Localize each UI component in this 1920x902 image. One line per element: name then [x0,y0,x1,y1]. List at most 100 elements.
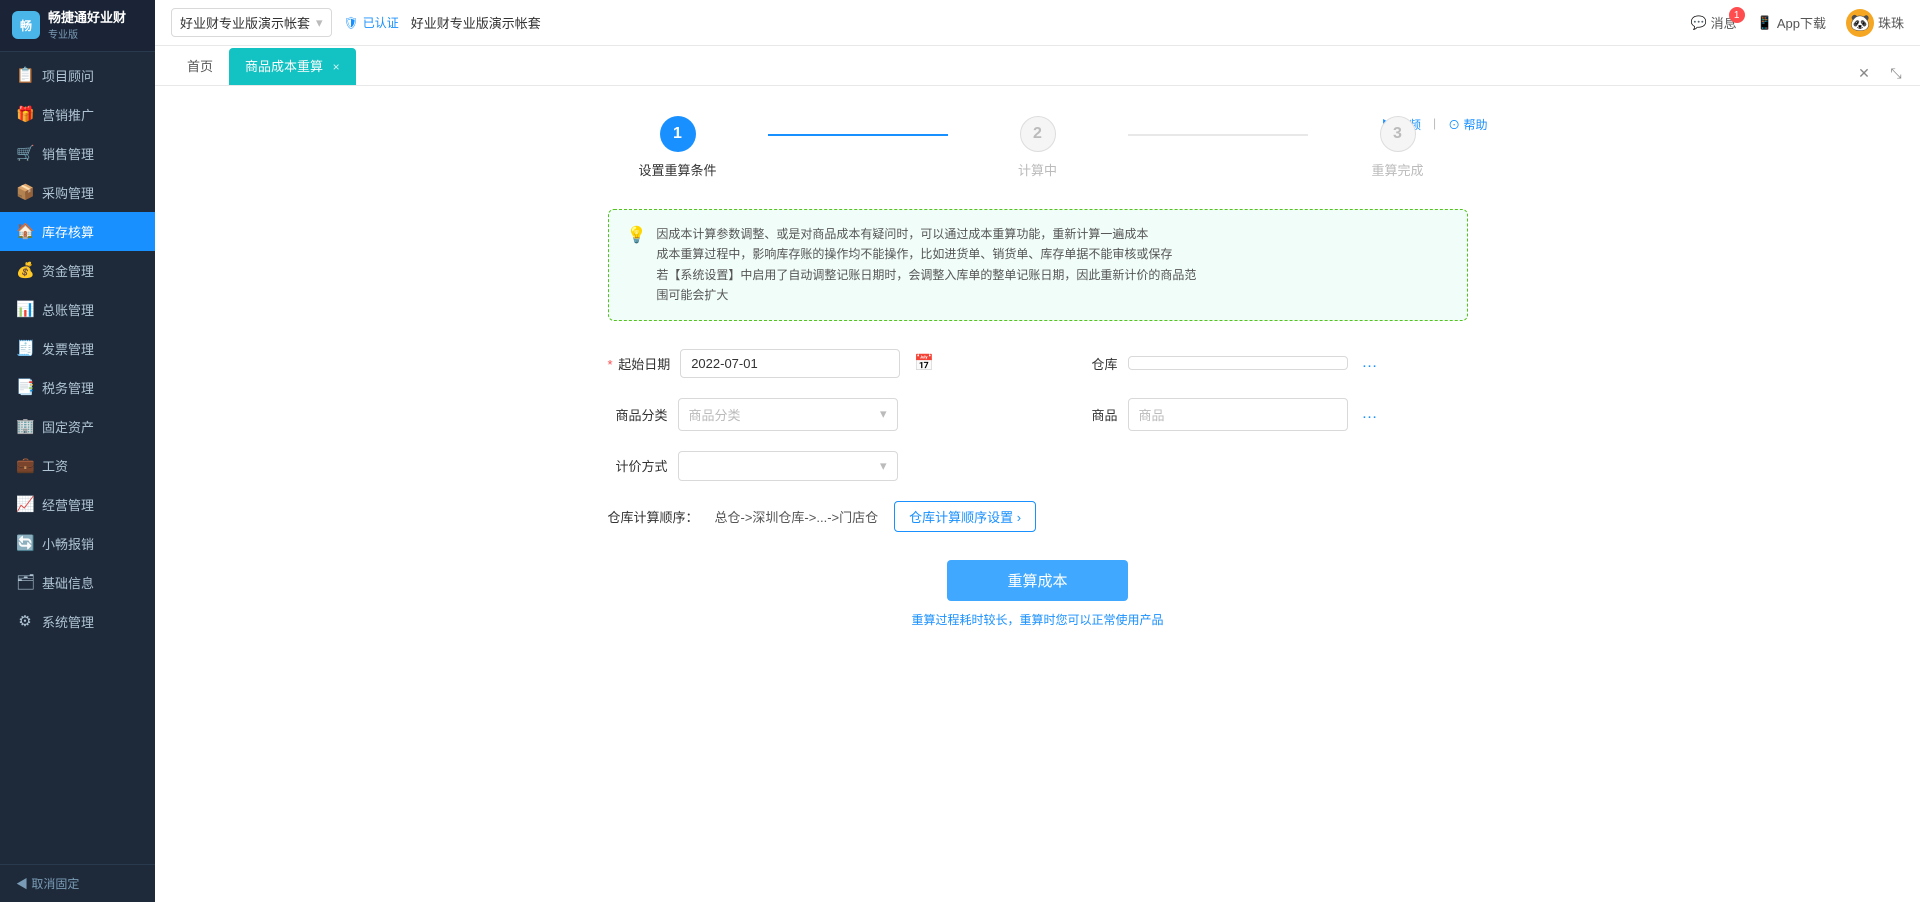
salary-icon: 💼 [16,456,34,474]
sidebar-item-expense[interactable]: 🔄 小畅报销 [0,524,155,563]
notice-line2: 成本重算过程中，影响库存账的操作均不能操作，比如进货单、销货单、库存单据不能审核… [656,244,1196,264]
warehouse-order-label: 仓库计算顺序： [608,507,699,526]
sidebar-item-basic[interactable]: 🗂 基础信息 [0,563,155,602]
system-icon: ⚙ [16,612,34,630]
content-area: 1 设置重算条件 2 计算中 3 重算完成 [155,86,1920,902]
start-date-field: * 起始日期 📅 [608,349,1018,378]
sidebar-item-label: 库存核算 [42,222,94,241]
warning-icon: 💡 [627,225,647,245]
finance-icon: 💰 [16,261,34,279]
message-btn[interactable]: 💬 消息 1 [1690,13,1736,32]
sidebar-item-sales[interactable]: 🛒 销售管理 [0,134,155,173]
notice-line4: 围可能会扩大 [656,285,1196,305]
sidebar-item-label: 采购管理 [42,183,94,202]
sales-icon: 🛒 [16,144,34,162]
goods-more-icon[interactable]: … [1358,401,1382,427]
step-2-label: 计算中 [1018,160,1057,179]
sidebar-item-project[interactable]: 📋 项目顾问 [0,56,155,95]
start-date-label: * 起始日期 [608,354,671,373]
help-icon: ⊙ [1448,118,1463,132]
sidebar-item-assets[interactable]: 🏢 固定资产 [0,407,155,446]
category-field: 商品分类 商品分类 ▾ [608,398,1018,431]
app-name: 畅捷通好业财 [48,10,126,26]
main-area: 好业财专业版演示帐套 ▾ 🛡 已认证 好业财专业版演示帐套 💬 消息 1 📱 A… [155,0,1920,902]
step-2-circle: 2 [1020,116,1056,152]
invoice-icon: 🧾 [16,339,34,357]
app-logo-icon: 畅 [12,11,40,39]
verified-badge: 🛡 已认证 [344,14,399,31]
step-line-2 [1128,134,1308,136]
sidebar-item-label: 税务管理 [42,378,94,397]
assets-icon: 🏢 [16,417,34,435]
top-bar-right: 💬 消息 1 📱 App下载 🐼 珠珠 [1690,9,1904,37]
tab-home[interactable]: 首页 [171,48,229,85]
sidebar-item-system[interactable]: ⚙ 系统管理 [0,602,155,641]
sidebar-item-inventory[interactable]: 🏠 库存核算 [0,212,155,251]
step-1-label: 设置重算条件 [638,160,716,179]
form-row-2: 商品分类 商品分类 ▾ 商品 商品 … [608,398,1468,431]
basic-icon: 🗂 [16,573,34,591]
help-btn[interactable]: ⊙ 帮助 [1448,116,1487,133]
sidebar-footer[interactable]: ◀ 取消固定 [0,864,155,902]
purchase-icon: 📦 [16,183,34,201]
warehouse-order-settings-btn[interactable]: 仓库计算顺序设置 › [894,501,1036,532]
category-dropdown-icon: ▾ [880,406,887,422]
sidebar-item-tax[interactable]: 📑 税务管理 [0,368,155,407]
tax-icon: 📑 [16,378,34,396]
sidebar-item-label: 系统管理 [42,612,94,631]
window-controls: ✕ ⤡ [1852,61,1920,85]
tab-cost-recalc[interactable]: 商品成本重算 × [229,48,356,85]
step-2: 2 计算中 [948,116,1128,179]
sidebar-header: 畅 畅捷通好业财 专业版 [0,0,155,52]
sidebar-item-label: 营销推广 [42,105,94,124]
pricing-select[interactable]: ▾ [678,451,898,481]
warehouse-input[interactable] [1128,356,1348,370]
required-star: * [608,357,613,372]
form-row-3: 计价方式 ▾ [608,451,1468,481]
close-window-btn[interactable]: ✕ [1852,61,1876,85]
sidebar-item-salary[interactable]: 💼 工资 [0,446,155,485]
sidebar-item-invoice[interactable]: 🧾 发票管理 [0,329,155,368]
recalc-section: 重算成本 重算过程耗时较长，重算时您可以正常使用产品 [608,560,1468,628]
warehouse-more-icon[interactable]: … [1358,350,1382,376]
project-icon: 📋 [16,66,34,84]
verified-label: 已认证 [363,14,399,31]
user-profile[interactable]: 🐼 珠珠 [1846,9,1904,37]
sidebar-item-label: 总账管理 [42,300,94,319]
step-line-1 [768,134,948,136]
sidebar-item-label: 基础信息 [42,573,94,592]
dropdown-icon: ▾ [316,15,323,31]
warehouse-order-row: 仓库计算顺序： 总仓->深圳仓库->...->门店仓 仓库计算顺序设置 › [608,501,1468,532]
inventory-icon: 🏠 [16,222,34,240]
sidebar-item-purchase[interactable]: 📦 采购管理 [0,173,155,212]
step-1: 1 设置重算条件 [588,116,768,179]
app-title-block: 畅捷通好业财 专业版 [48,10,126,41]
maximize-window-btn[interactable]: ⤡ [1884,61,1908,85]
notice-box: 💡 因成本计算参数调整、或是对商品成本有疑问时，可以通过成本重算功能，重新计算一… [608,209,1468,321]
pricing-label: 计价方式 [608,456,668,475]
warehouse-label: 仓库 [1058,354,1118,373]
user-name: 珠珠 [1878,13,1904,32]
sidebar-item-finance[interactable]: 💰 资金管理 [0,251,155,290]
form-row-1: * 起始日期 📅 仓库 … [608,349,1468,378]
shield-icon: 🛡 [344,16,359,30]
sidebar-nav: 📋 项目顾问 🎁 营销推广 🛒 销售管理 📦 采购管理 🏠 库存核算 💰 资金管… [0,52,155,864]
form-area: * 起始日期 📅 仓库 … 商品分类 商品分类 [608,349,1468,628]
step-3-label: 重算完成 [1371,160,1423,179]
phone-icon: 📱 [1757,15,1773,31]
account-selector[interactable]: 好业财专业版演示帐套 ▾ [171,8,332,37]
sidebar-item-label: 发票管理 [42,339,94,358]
sidebar-item-accounting[interactable]: 📊 总账管理 [0,290,155,329]
app-download-btn[interactable]: 📱 App下载 [1757,13,1826,32]
recalc-btn[interactable]: 重算成本 [947,560,1127,601]
tab-close-icon[interactable]: × [333,60,340,74]
sidebar-item-operations[interactable]: 📈 经营管理 [0,485,155,524]
sidebar-item-marketing[interactable]: 🎁 营销推广 [0,95,155,134]
message-icon: 💬 [1690,15,1706,31]
start-date-input[interactable] [680,349,900,378]
calendar-icon[interactable]: 📅 [914,353,934,373]
goods-input[interactable]: 商品 [1128,398,1348,431]
step-1-circle: 1 [660,116,696,152]
pricing-field: 计价方式 ▾ [608,451,1018,481]
category-select[interactable]: 商品分类 ▾ [678,398,898,431]
